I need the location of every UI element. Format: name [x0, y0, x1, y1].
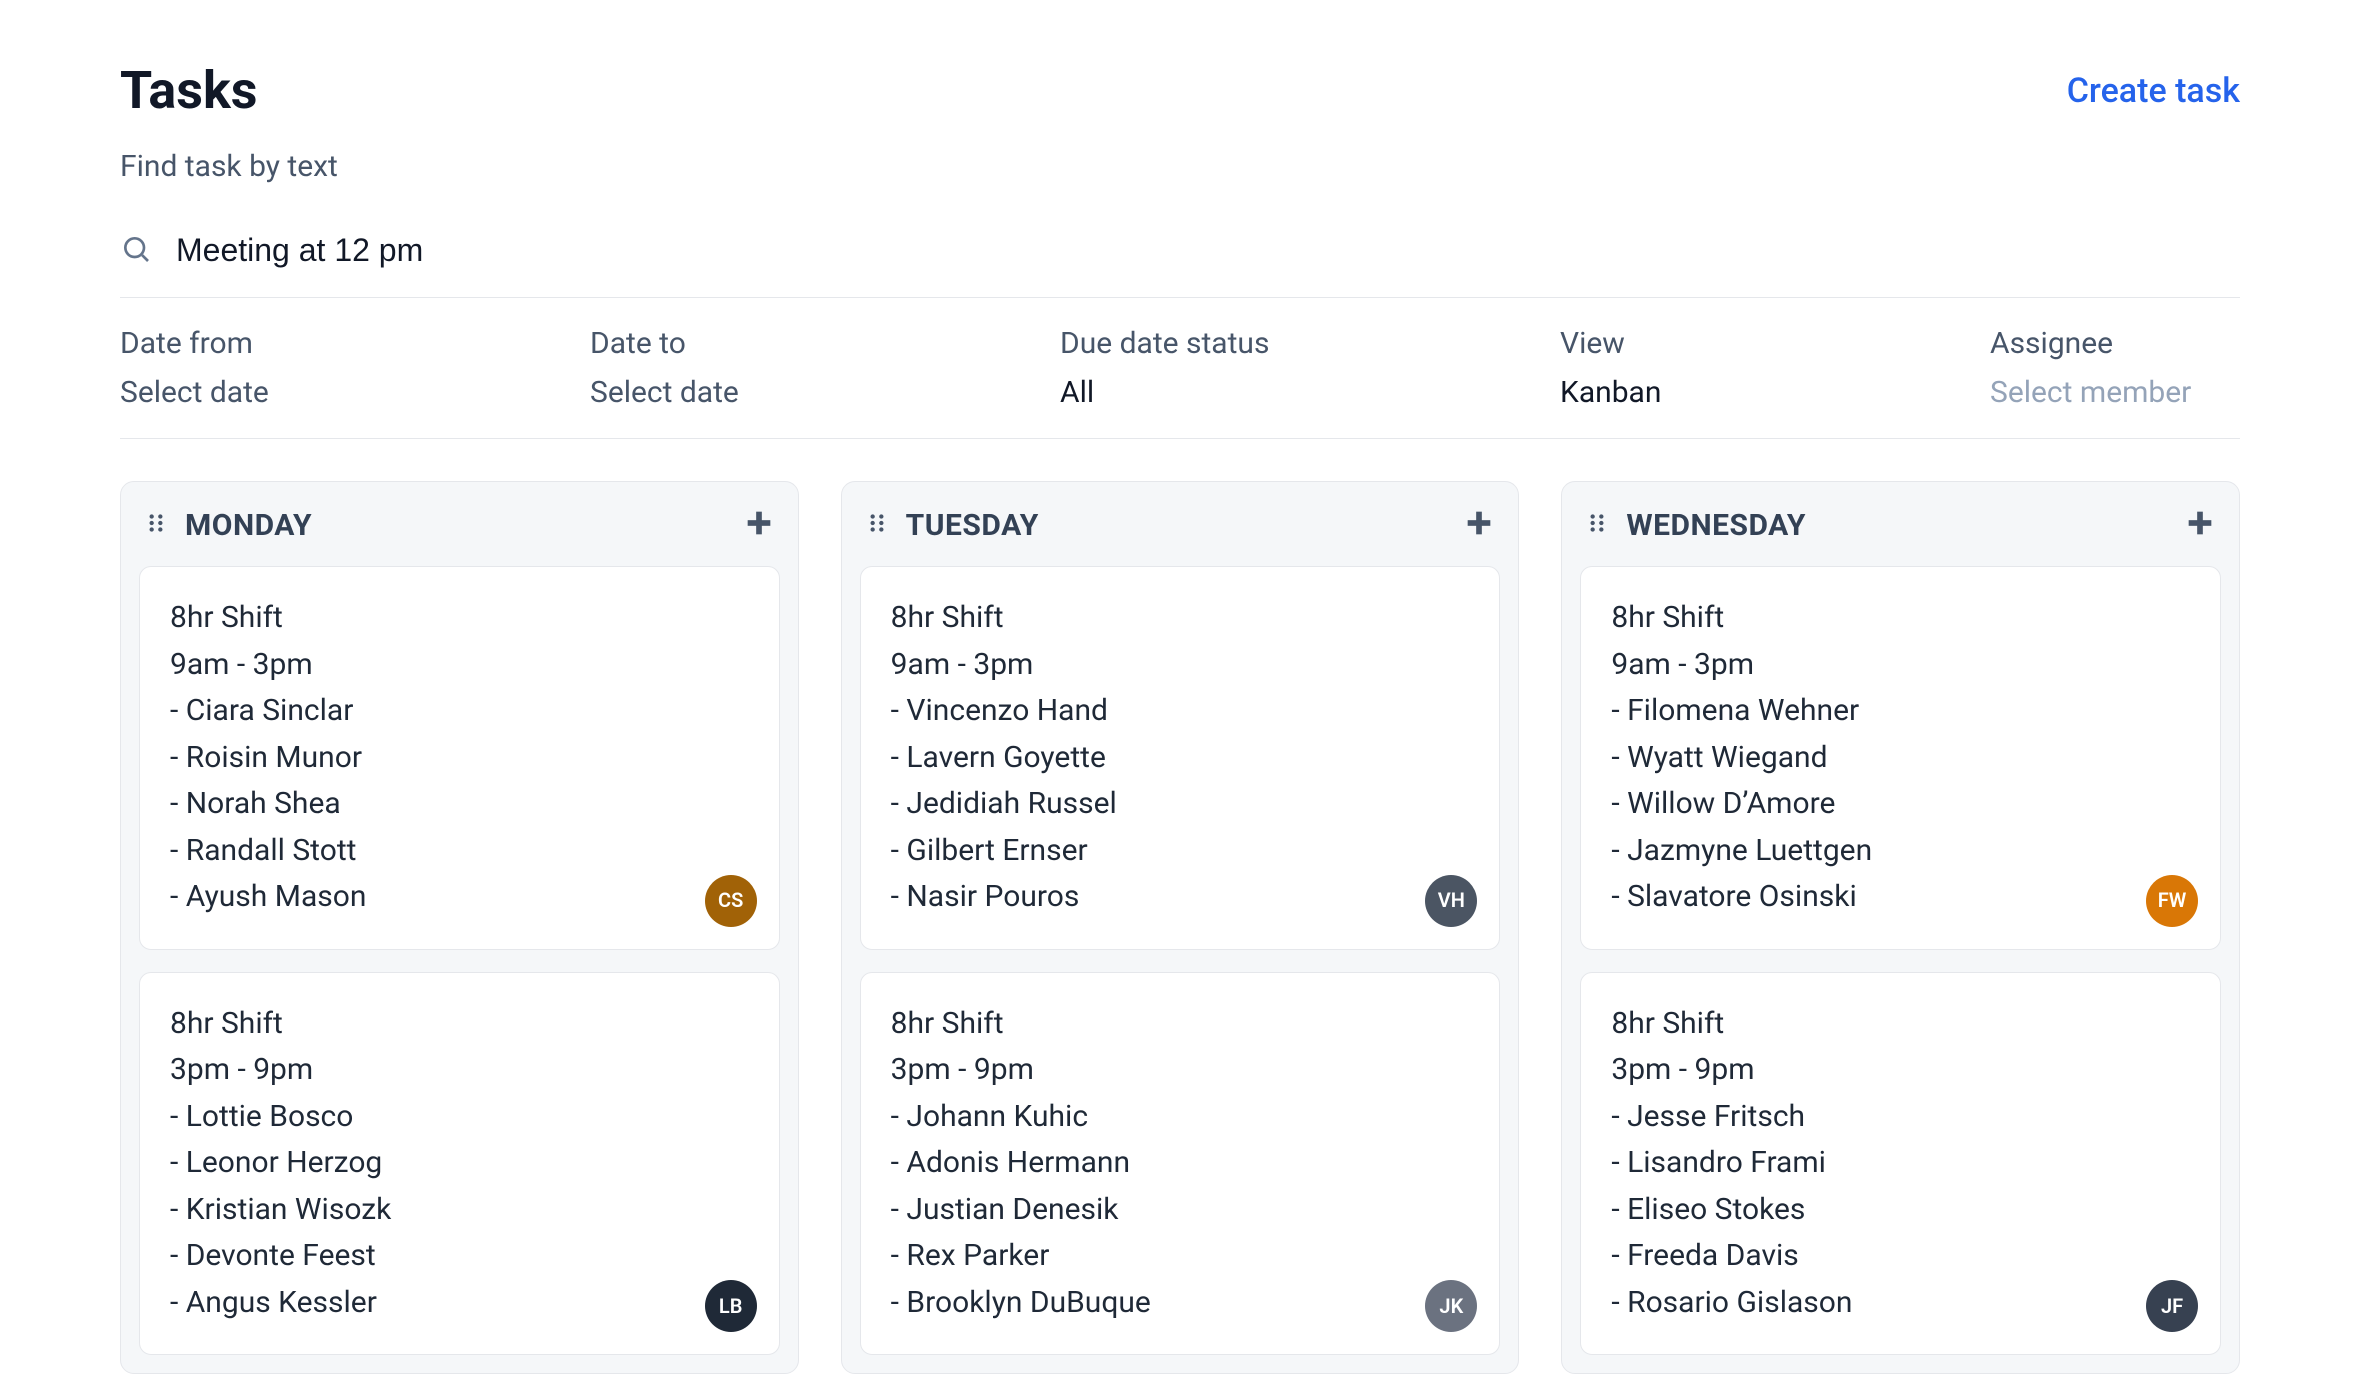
- filter-view[interactable]: Kanban: [1560, 375, 1990, 410]
- task-card[interactable]: 8hr Shift3pm - 9pm- Lottie Bosco- Leonor…: [139, 972, 780, 1356]
- filter-label-assignee: Assignee: [1990, 326, 2240, 361]
- card-person: - Jazmyne Luettgen: [1611, 828, 2190, 875]
- task-card[interactable]: 8hr Shift9am - 3pm- Vincenzo Hand- Laver…: [860, 566, 1501, 950]
- filter-label-due-date-status: Due date status: [1060, 326, 1560, 361]
- card-shift-title: 8hr Shift: [1611, 595, 2190, 642]
- kanban-column: TUESDAY8hr Shift9am - 3pm- Vincenzo Hand…: [841, 481, 1520, 1374]
- card-shift-title: 8hr Shift: [170, 595, 749, 642]
- add-card-button[interactable]: [2183, 506, 2217, 544]
- avatar[interactable]: FW: [2146, 875, 2198, 927]
- filter-due-date-status[interactable]: All: [1060, 375, 1560, 410]
- card-person: - Adonis Hermann: [891, 1140, 1470, 1187]
- card-person: - Roisin Munor: [170, 735, 749, 782]
- card-person: - Norah Shea: [170, 781, 749, 828]
- card-person: - Randall Stott: [170, 828, 749, 875]
- avatar[interactable]: VH: [1425, 875, 1477, 927]
- card-person: - Justian Denesik: [891, 1187, 1470, 1234]
- avatar[interactable]: LB: [705, 1280, 757, 1332]
- filter-label-view: View: [1560, 326, 1990, 361]
- card-time-range: 3pm - 9pm: [1611, 1047, 2190, 1094]
- task-card[interactable]: 8hr Shift3pm - 9pm- Jesse Fritsch- Lisan…: [1580, 972, 2221, 1356]
- search-input[interactable]: [176, 232, 2240, 269]
- card-time-range: 9am - 3pm: [1611, 642, 2190, 689]
- card-person: - Gilbert Ernser: [891, 828, 1470, 875]
- card-shift-title: 8hr Shift: [1611, 1001, 2190, 1048]
- drag-handle-icon[interactable]: [143, 510, 169, 540]
- create-task-button[interactable]: Create task: [2067, 71, 2240, 111]
- search-subtitle: Find task by text: [120, 149, 2240, 184]
- card-person: - Lottie Bosco: [170, 1094, 749, 1141]
- avatar[interactable]: JK: [1425, 1280, 1477, 1332]
- filter-assignee[interactable]: Select member: [1990, 375, 2240, 410]
- add-card-button[interactable]: [742, 506, 776, 544]
- card-time-range: 3pm - 9pm: [170, 1047, 749, 1094]
- add-card-button[interactable]: [1462, 506, 1496, 544]
- card-time-range: 9am - 3pm: [170, 642, 749, 689]
- card-person: - Ayush Mason: [170, 874, 749, 921]
- filter-date-from[interactable]: Select date: [120, 375, 590, 410]
- card-time-range: 3pm - 9pm: [891, 1047, 1470, 1094]
- card-person: - Kristian Wisozk: [170, 1187, 749, 1234]
- card-person: - Eliseo Stokes: [1611, 1187, 2190, 1234]
- card-person: - Brooklyn DuBuque: [891, 1280, 1470, 1327]
- card-shift-title: 8hr Shift: [891, 595, 1470, 642]
- card-person: - Leonor Herzog: [170, 1140, 749, 1187]
- card-person: - Devonte Feest: [170, 1233, 749, 1280]
- card-person: - Angus Kessler: [170, 1280, 749, 1327]
- kanban-column: MONDAY8hr Shift9am - 3pm- Ciara Sinclar-…: [120, 481, 799, 1374]
- card-person: - Jesse Fritsch: [1611, 1094, 2190, 1141]
- column-title: WEDNESDAY: [1626, 508, 2167, 543]
- avatar[interactable]: JF: [2146, 1280, 2198, 1332]
- card-person: - Rex Parker: [891, 1233, 1470, 1280]
- column-title: MONDAY: [185, 508, 726, 543]
- card-person: - Freeda Davis: [1611, 1233, 2190, 1280]
- card-person: - Ciara Sinclar: [170, 688, 749, 735]
- card-person: - Willow D’Amore: [1611, 781, 2190, 828]
- card-person: - Filomena Wehner: [1611, 688, 2190, 735]
- filter-date-to[interactable]: Select date: [590, 375, 1060, 410]
- card-person: - Vincenzo Hand: [891, 688, 1470, 735]
- filter-label-date-from: Date from: [120, 326, 590, 361]
- drag-handle-icon[interactable]: [864, 510, 890, 540]
- task-card[interactable]: 8hr Shift3pm - 9pm- Johann Kuhic- Adonis…: [860, 972, 1501, 1356]
- card-shift-title: 8hr Shift: [891, 1001, 1470, 1048]
- kanban-column: WEDNESDAY8hr Shift9am - 3pm- Filomena We…: [1561, 481, 2240, 1374]
- card-person: - Slavatore Osinski: [1611, 874, 2190, 921]
- card-person: - Lisandro Frami: [1611, 1140, 2190, 1187]
- drag-handle-icon[interactable]: [1584, 510, 1610, 540]
- task-card[interactable]: 8hr Shift9am - 3pm- Filomena Wehner- Wya…: [1580, 566, 2221, 950]
- card-person: - Wyatt Wiegand: [1611, 735, 2190, 782]
- avatar[interactable]: CS: [705, 875, 757, 927]
- card-person: - Jedidiah Russel: [891, 781, 1470, 828]
- card-person: - Lavern Goyette: [891, 735, 1470, 782]
- search-icon: [120, 233, 152, 269]
- card-person: - Rosario Gislason: [1611, 1280, 2190, 1327]
- filter-label-date-to: Date to: [590, 326, 1060, 361]
- card-person: - Nasir Pouros: [891, 874, 1470, 921]
- card-person: - Johann Kuhic: [891, 1094, 1470, 1141]
- column-title: TUESDAY: [906, 508, 1447, 543]
- card-shift-title: 8hr Shift: [170, 1001, 749, 1048]
- card-time-range: 9am - 3pm: [891, 642, 1470, 689]
- page-title: Tasks: [120, 60, 257, 121]
- task-card[interactable]: 8hr Shift9am - 3pm- Ciara Sinclar- Roisi…: [139, 566, 780, 950]
